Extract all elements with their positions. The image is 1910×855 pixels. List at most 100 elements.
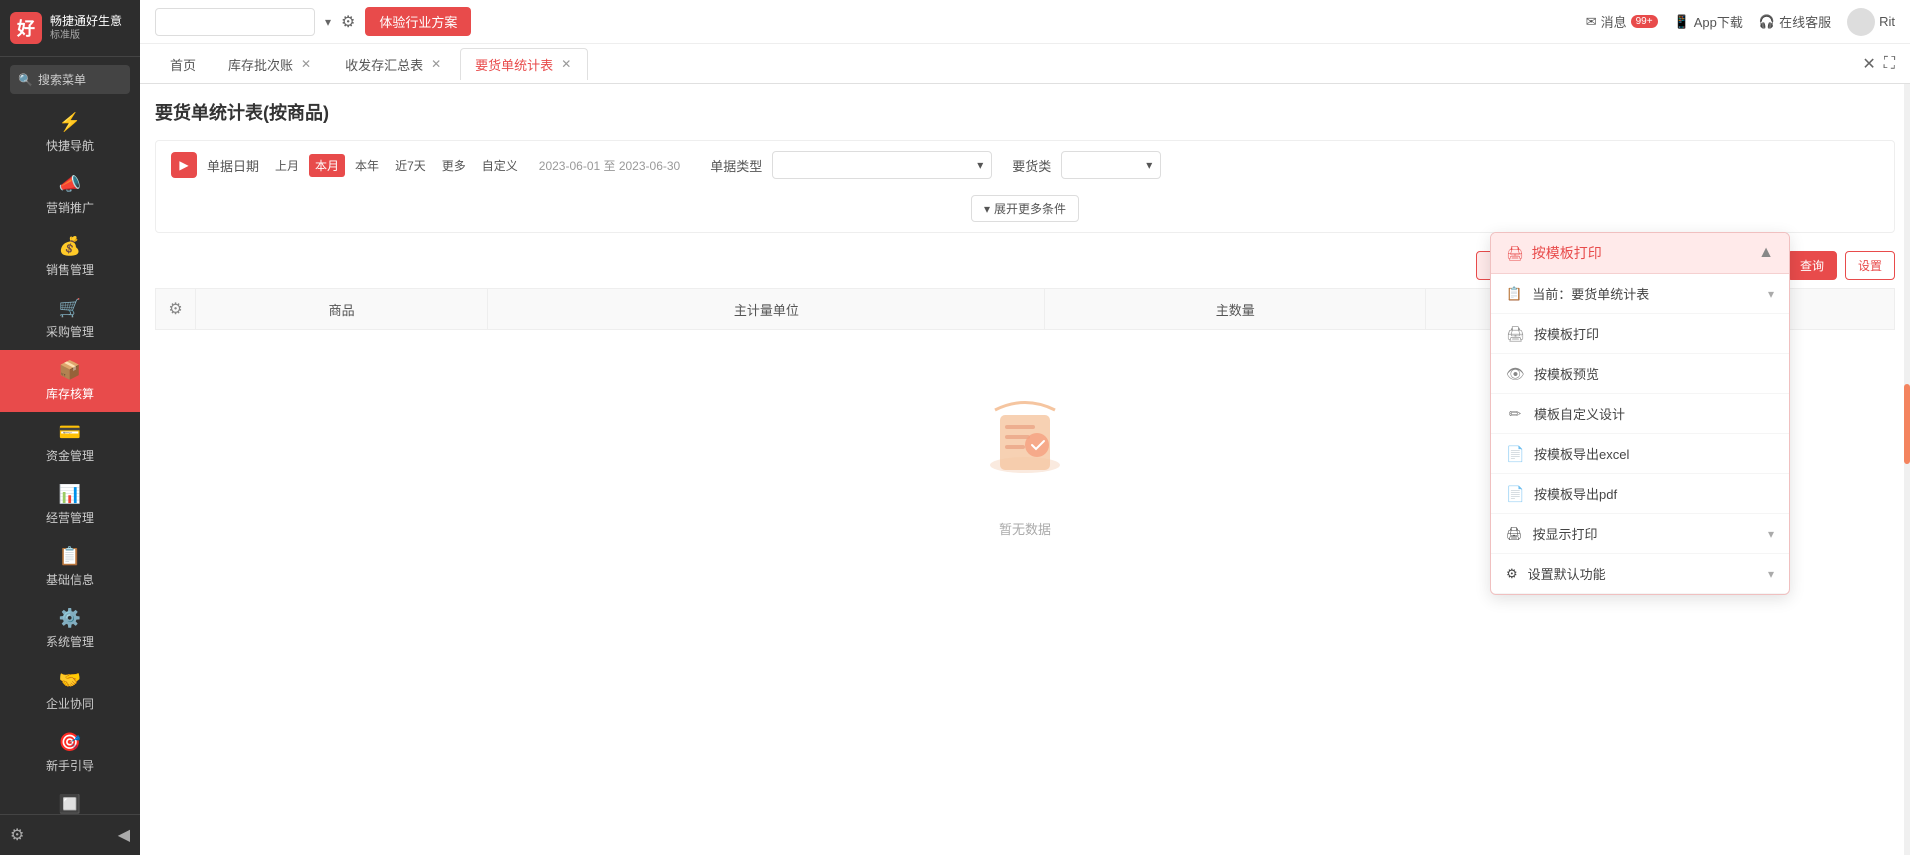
message-icon: ✉ bbox=[1586, 14, 1597, 30]
purchase-label: 采购管理 bbox=[46, 323, 94, 340]
sidebar-item-system[interactable]: ⚙️ 系统管理 bbox=[0, 598, 140, 660]
sidebar-item-purchase[interactable]: 🛒 采购管理 bbox=[0, 288, 140, 350]
app-download-label: App下载 bbox=[1694, 12, 1743, 31]
set-default-left: ⚙ 设置默认功能 bbox=[1506, 564, 1606, 583]
sidebar-item-quick-nav[interactable]: ⚡ 快捷导航 bbox=[0, 102, 140, 164]
query-btn-label: 查询 bbox=[1800, 257, 1824, 274]
system-label: 系统管理 bbox=[46, 633, 94, 650]
messages-badge: 99+ bbox=[1631, 15, 1658, 28]
marketing-icon: 📣 bbox=[59, 174, 81, 195]
date-buttons: 上月 本月 本年 近7天 更多 自定义 bbox=[269, 154, 524, 177]
trial-button[interactable]: 体验行业方案 bbox=[365, 7, 471, 36]
export-excel-label: 按模板导出excel bbox=[1534, 444, 1629, 463]
col-settings[interactable]: ⚙ bbox=[156, 289, 196, 330]
sidebar-item-finance[interactable]: 💳 资金管理 bbox=[0, 412, 140, 474]
sidebar-item-operations[interactable]: 📊 经营管理 bbox=[0, 474, 140, 536]
topbar-dropdown-button[interactable]: ▾ bbox=[325, 15, 331, 29]
topbar: ▾ ⚙ 体验行业方案 ✉ 消息 99+ 📱 App下载 🎧 在线客服 Rit bbox=[140, 0, 1910, 44]
date-filter-label: 单据日期 bbox=[207, 156, 259, 175]
inventory-label: 库存核算 bbox=[46, 385, 94, 402]
sidebar-item-guide[interactable]: 🎯 新手引导 bbox=[0, 722, 140, 784]
sidebar-item-collab[interactable]: 🤝 企业协同 bbox=[0, 660, 140, 722]
date-btn-custom[interactable]: 自定义 bbox=[476, 154, 524, 177]
tab-order-stats[interactable]: 要货单统计表 ✕ bbox=[460, 48, 588, 80]
scrollbar-thumb[interactable] bbox=[1904, 384, 1910, 464]
doc-type-chevron-icon: ▾ bbox=[977, 158, 983, 172]
tab-bar: 首页 库存批次账 ✕ 收发存汇总表 ✕ 要货单统计表 ✕ ✕ ⛶ bbox=[140, 44, 1910, 84]
app-name: 畅捷通好生意 bbox=[50, 14, 122, 30]
app-logo: 好 畅捷通好生意 标准版 bbox=[0, 0, 140, 57]
app-edition: 标准版 bbox=[50, 29, 122, 42]
display-print-item[interactable]: 🖨 按显示打印 ▾ bbox=[1491, 514, 1789, 554]
marketing-label: 营销推广 bbox=[46, 199, 94, 216]
sidebar-item-app-center[interactable]: 🔲 应用中心 bbox=[0, 784, 140, 814]
filter-expand-icon[interactable]: ▶ bbox=[171, 152, 197, 178]
export-excel-icon: 📄 bbox=[1506, 445, 1524, 463]
sidebar-item-sales[interactable]: 💰 销售管理 bbox=[0, 226, 140, 288]
messages-button[interactable]: ✉ 消息 99+ bbox=[1586, 12, 1658, 31]
footer-settings-button[interactable]: ⚙ bbox=[10, 825, 24, 845]
main-area: ▾ ⚙ 体验行业方案 ✉ 消息 99+ 📱 App下载 🎧 在线客服 Rit bbox=[140, 0, 1910, 855]
current-template-item[interactable]: 📋 当前：要货单统计表 ▾ bbox=[1491, 274, 1789, 314]
tab-batch-account[interactable]: 库存批次账 ✕ bbox=[213, 48, 328, 80]
finance-icon: 💳 bbox=[59, 422, 81, 443]
date-btn-last-month[interactable]: 上月 bbox=[269, 154, 305, 177]
design-icon: ✏ bbox=[1506, 405, 1524, 423]
sidebar-item-inventory[interactable]: 📦 库存核算 bbox=[0, 350, 140, 412]
tab-maximize-button[interactable]: ⛶ bbox=[1884, 54, 1895, 74]
messages-label: 消息 bbox=[1601, 12, 1627, 31]
expand-arrow-icon: ▶ bbox=[179, 158, 188, 172]
tab-close-window-button[interactable]: ✕ bbox=[1862, 54, 1875, 74]
basic-icon: 📋 bbox=[59, 546, 81, 567]
design-template-item[interactable]: ✏ 模板自定义设计 bbox=[1491, 394, 1789, 434]
app-download-button[interactable]: 📱 App下载 bbox=[1674, 12, 1743, 31]
quick-nav-icon: ⚡ bbox=[59, 112, 81, 133]
online-service-button[interactable]: 🎧 在线客服 bbox=[1759, 12, 1831, 31]
tab-order-stats-close[interactable]: ✕ bbox=[559, 57, 573, 71]
topbar-search-input[interactable] bbox=[155, 8, 315, 36]
tab-window-buttons: ✕ ⛶ bbox=[1862, 54, 1895, 74]
print-dropdown-close-button[interactable]: ▲ bbox=[1758, 244, 1774, 262]
order-type-select[interactable]: ▾ bbox=[1061, 151, 1161, 179]
filter-row-date: ▶ 单据日期 上月 本月 本年 近7天 更多 自定义 2023-06-01 至 … bbox=[171, 151, 1879, 179]
date-btn-current-month[interactable]: 本月 bbox=[309, 154, 345, 177]
topbar-gear-icon[interactable]: ⚙ bbox=[341, 12, 355, 32]
system-icon: ⚙️ bbox=[59, 608, 81, 629]
user-avatar-button[interactable]: Rit bbox=[1847, 8, 1895, 36]
display-print-left: 🖨 按显示打印 bbox=[1506, 524, 1598, 543]
table-settings-icon[interactable]: ⚙ bbox=[168, 301, 182, 318]
scrollbar-track bbox=[1904, 84, 1910, 855]
tab-receipt-summary-close[interactable]: ✕ bbox=[429, 57, 443, 71]
sidebar-item-basic[interactable]: 📋 基础信息 bbox=[0, 536, 140, 598]
print-dropdown-header: 🖨 按模板打印 ▲ bbox=[1491, 233, 1789, 274]
date-btn-current-year[interactable]: 本年 bbox=[349, 154, 385, 177]
print-template-item[interactable]: 🖨 按模板打印 bbox=[1491, 314, 1789, 354]
expand-btn-label: 展开更多条件 bbox=[994, 200, 1066, 217]
filter-bar: ▶ 单据日期 上月 本月 本年 近7天 更多 自定义 2023-06-01 至 … bbox=[155, 140, 1895, 233]
tab-batch-account-close[interactable]: ✕ bbox=[299, 57, 313, 71]
date-btn-more[interactable]: 更多 bbox=[436, 154, 472, 177]
query-button[interactable]: 查询 bbox=[1787, 251, 1837, 280]
empty-state-icon bbox=[975, 390, 1075, 509]
logo-text: 畅捷通好生意 标准版 bbox=[50, 14, 122, 43]
sidebar-footer: ⚙ ◀ bbox=[0, 814, 140, 855]
date-btn-last-7-days[interactable]: 近7天 bbox=[389, 154, 432, 177]
sidebar-item-marketing[interactable]: 📣 营销推广 bbox=[0, 164, 140, 226]
print-dropdown-title-area: 🖨 按模板打印 bbox=[1506, 243, 1602, 263]
set-default-item[interactable]: ⚙ 设置默认功能 ▾ bbox=[1491, 554, 1789, 594]
export-pdf-item[interactable]: 📄 按模板导出pdf bbox=[1491, 474, 1789, 514]
preview-template-label: 按模板预览 bbox=[1534, 364, 1599, 383]
doc-type-select[interactable]: ▾ bbox=[772, 151, 992, 179]
footer-collapse-button[interactable]: ◀ bbox=[118, 825, 130, 845]
expand-more-filters-button[interactable]: ▾ 展开更多条件 bbox=[971, 195, 1079, 222]
finance-label: 资金管理 bbox=[46, 447, 94, 464]
tab-order-stats-label: 要货单统计表 bbox=[475, 55, 553, 74]
print-header-icon: 🖨 bbox=[1506, 245, 1524, 262]
user-avatar bbox=[1847, 8, 1875, 36]
export-excel-item[interactable]: 📄 按模板导出excel bbox=[1491, 434, 1789, 474]
tab-home[interactable]: 首页 bbox=[155, 48, 211, 80]
tab-receipt-summary[interactable]: 收发存汇总表 ✕ bbox=[330, 48, 458, 80]
search-menu-button[interactable]: 🔍 搜索菜单 bbox=[10, 65, 130, 94]
preview-template-item[interactable]: 👁 按模板预览 bbox=[1491, 354, 1789, 394]
settings-button[interactable]: 设置 bbox=[1845, 251, 1895, 280]
